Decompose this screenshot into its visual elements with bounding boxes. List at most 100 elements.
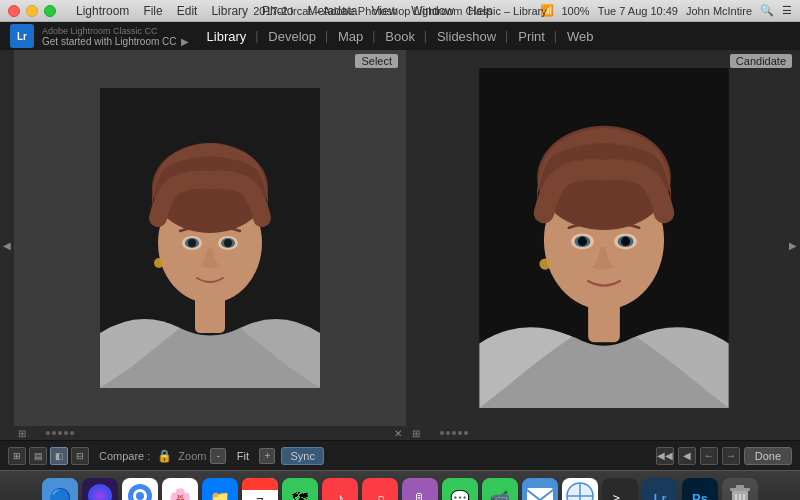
right-photo-container[interactable] (408, 50, 800, 426)
dock-siri[interactable] (82, 478, 118, 501)
close-button[interactable] (8, 5, 20, 17)
zoom-section: Zoom - Fit + (178, 448, 275, 464)
lr-identity: Adobe Lightroom Classic CC Get started w… (42, 26, 189, 47)
dock-finder[interactable]: 🔵 (42, 478, 78, 501)
grid-view-icon[interactable]: ⊞ (8, 447, 26, 465)
lr-arrow-icon: ▶ (181, 36, 189, 47)
left-arrow-icon: ◀ (3, 240, 11, 251)
svg-point-30 (136, 492, 144, 500)
nav-library[interactable]: Library (197, 25, 257, 48)
menu-edit[interactable]: Edit (177, 4, 198, 18)
svg-point-22 (539, 258, 550, 269)
dock-music[interactable]: ♪ (322, 478, 358, 501)
svg-text:>_: >_ (613, 491, 628, 501)
svg-point-10 (224, 239, 232, 247)
survey-view-icon[interactable]: ⊟ (71, 447, 89, 465)
zoom-value: Fit (230, 450, 255, 462)
svg-point-20 (578, 237, 587, 246)
candidate-panel: Candidate (408, 50, 800, 440)
left-expand-icon[interactable]: ⊞ (18, 428, 26, 439)
right-expand-icon[interactable]: ⊞ (412, 428, 420, 439)
dock-lightroom[interactable]: Lr (642, 478, 678, 501)
svg-text:📹: 📹 (490, 489, 510, 501)
dock-calendar[interactable]: 7 (242, 478, 278, 501)
battery-level: 100% (562, 5, 590, 17)
svg-text:Ps: Ps (692, 491, 708, 501)
candidate-label: Candidate (730, 54, 792, 68)
lr-logo: Lr (10, 24, 34, 48)
search-icon[interactable]: 🔍 (760, 4, 774, 17)
dock-messages[interactable]: 💬 (442, 478, 478, 501)
forward-button[interactable]: → (722, 447, 740, 465)
nav-book[interactable]: Book (375, 25, 425, 48)
svg-text:🗺: 🗺 (292, 490, 308, 501)
right-portrait (459, 68, 749, 408)
dock-chrome[interactable] (122, 478, 158, 501)
sync-button[interactable]: Sync (281, 447, 323, 465)
window-title: 2017-2.lrcat – Adobe Photoshop Lightroom… (253, 5, 547, 17)
dock-trash[interactable] (722, 478, 758, 501)
done-button[interactable]: Done (744, 447, 792, 465)
lr-nav: Library Develop Map Book Slideshow Print… (197, 25, 604, 48)
filmstrip-view-icon[interactable]: ▤ (29, 447, 47, 465)
dock-itunes[interactable]: ♫ (362, 478, 398, 501)
dock-maps[interactable]: 🗺 (282, 478, 318, 501)
zoom-label: Zoom (178, 450, 206, 462)
svg-text:♫: ♫ (375, 491, 386, 501)
dock-files[interactable]: 📁 (202, 478, 238, 501)
left-close-icon[interactable]: ✕ (394, 428, 402, 439)
prev-arrow-button[interactable]: ◀◀ (656, 447, 674, 465)
lr-get-started[interactable]: Get started with Lightroom CC (42, 36, 177, 47)
left-panel-toggle[interactable]: ◀ (0, 50, 14, 440)
titlebar: Lightroom File Edit Library Photo Metada… (0, 0, 800, 22)
lock-icon[interactable]: 🔒 (156, 448, 172, 464)
back-button[interactable]: ← (700, 447, 718, 465)
nav-web[interactable]: Web (557, 25, 604, 48)
dock-app[interactable]: >_ (602, 478, 638, 501)
dock-podcasts[interactable]: 🎙 (402, 478, 438, 501)
select-label: Select (355, 54, 398, 68)
photos-area: Select (14, 50, 800, 440)
svg-point-21 (621, 237, 630, 246)
compare-label: Compare : (99, 450, 150, 462)
svg-text:💬: 💬 (450, 489, 470, 501)
menu-file[interactable]: File (143, 4, 162, 18)
right-panel-toggle[interactable]: ▶ (786, 50, 800, 440)
right-scroll-dots (440, 431, 468, 435)
nav-slideshow[interactable]: Slideshow (427, 25, 506, 48)
dock-mail[interactable] (522, 478, 558, 501)
svg-text:Lr: Lr (654, 491, 667, 501)
lr-app-title: Adobe Lightroom Classic CC (42, 26, 189, 36)
svg-text:🎙: 🎙 (413, 491, 427, 501)
minimize-button[interactable] (26, 5, 38, 17)
maximize-button[interactable] (44, 5, 56, 17)
right-arrow-icon: ▶ (789, 240, 797, 251)
svg-rect-67 (736, 485, 744, 489)
dock-facetime[interactable]: 📹 (482, 478, 518, 501)
menu-app[interactable]: Lightroom (76, 4, 129, 18)
left-scroll: ⊞ ✕ (14, 426, 406, 440)
zoom-minus-button[interactable]: - (210, 448, 226, 464)
nav-print[interactable]: Print (508, 25, 555, 48)
menu-library[interactable]: Library (211, 4, 248, 18)
svg-text:🌸: 🌸 (169, 487, 192, 501)
svg-text:7: 7 (256, 495, 264, 501)
zoom-plus-button[interactable]: + (259, 448, 275, 464)
left-photo-container[interactable] (14, 50, 406, 426)
svg-rect-37 (242, 484, 278, 490)
dock-safari[interactable] (562, 478, 598, 501)
nav-develop[interactable]: Develop (258, 25, 326, 48)
traffic-lights (8, 5, 56, 17)
prev-button[interactable]: ◀ (678, 447, 696, 465)
nav-map[interactable]: Map (328, 25, 373, 48)
svg-text:♪: ♪ (336, 490, 344, 501)
titlebar-right: 📶 100% Tue 7 Aug 10:49 John McIntire 🔍 ☰ (540, 4, 793, 17)
svg-text:🔵: 🔵 (49, 487, 72, 501)
dock-photos[interactable]: 🌸 (162, 478, 198, 501)
control-icon[interactable]: ☰ (782, 4, 792, 17)
dock-photoshop[interactable]: Ps (682, 478, 718, 501)
datetime-display: Tue 7 Aug 10:49 (598, 5, 678, 17)
compare-view-icon[interactable]: ◧ (50, 447, 68, 465)
toolbar: ⊞ ▤ ◧ ⊟ Compare : 🔒 Zoom - Fit + Sync ◀◀… (0, 440, 800, 470)
user-name: John McIntire (686, 5, 752, 17)
